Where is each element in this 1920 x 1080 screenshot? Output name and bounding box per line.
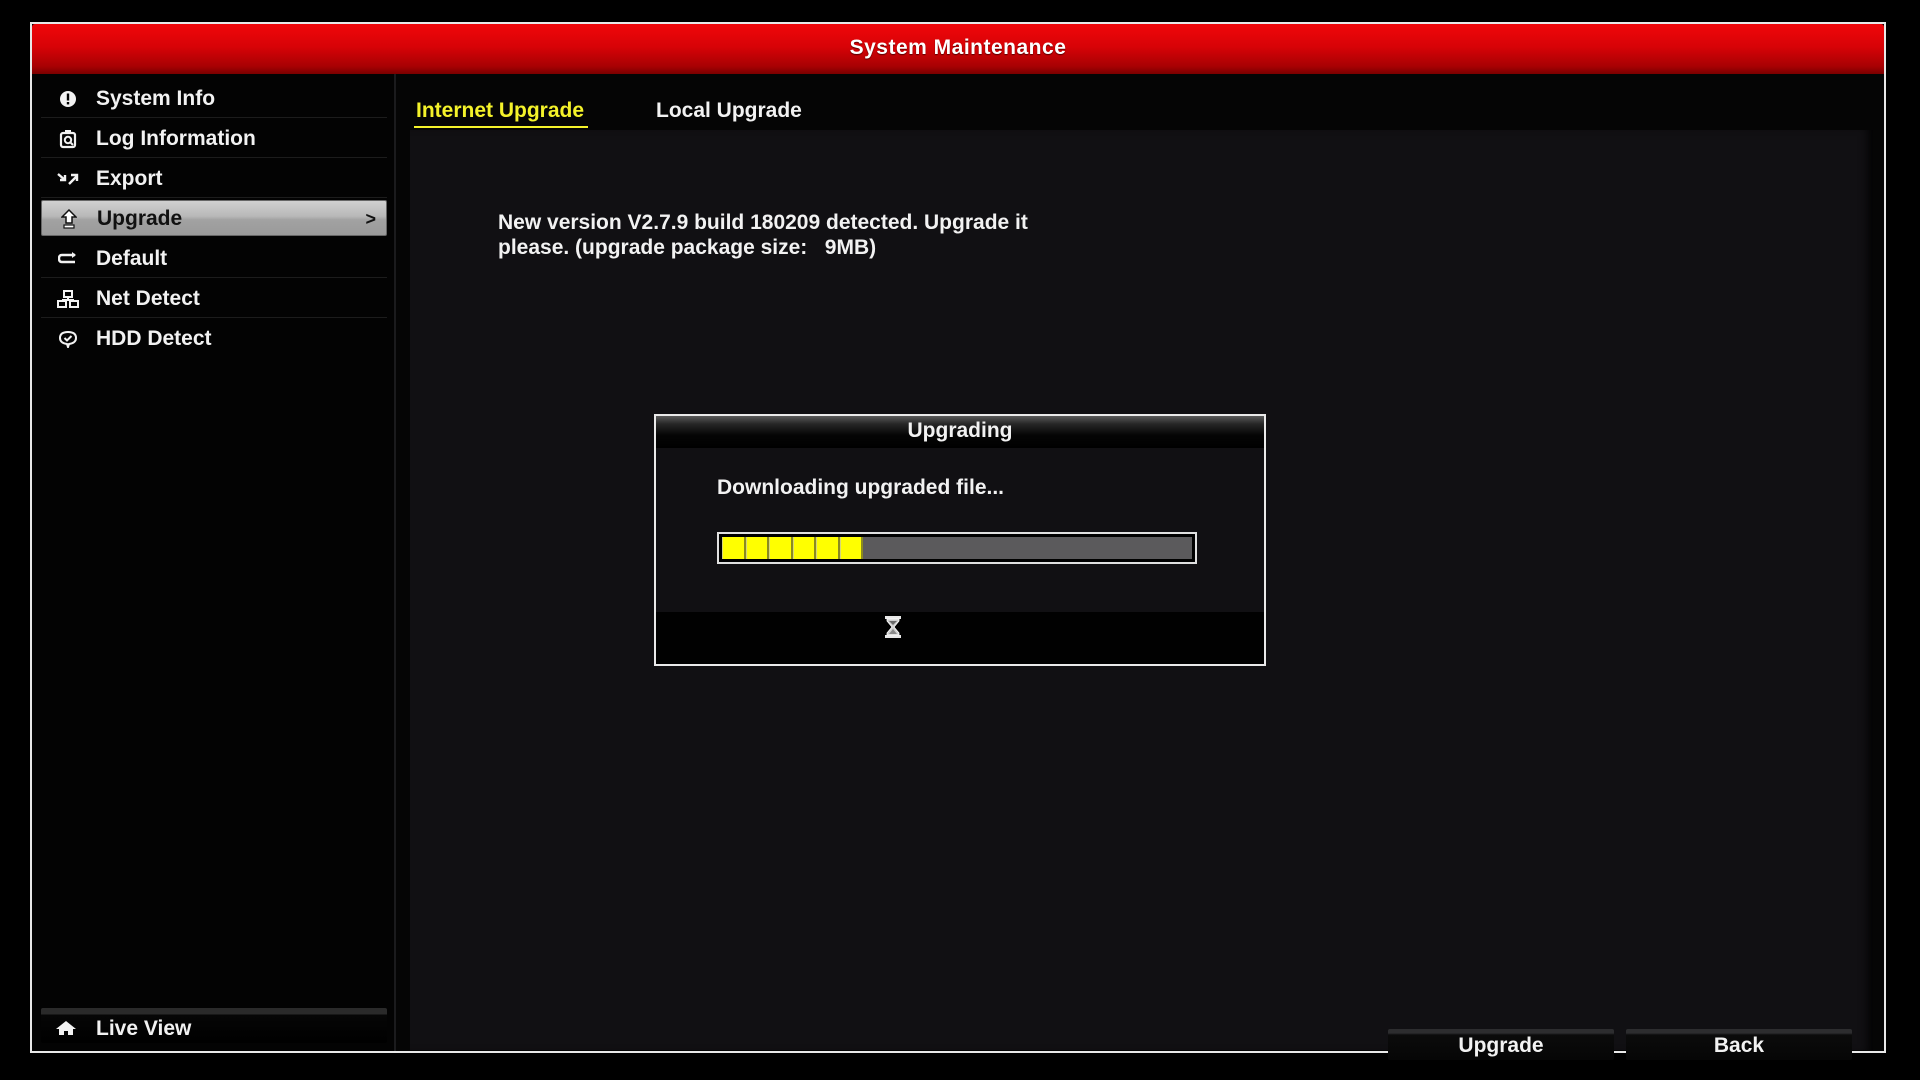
new-version-notice: New version V2.7.9 build 180209 detected…	[498, 210, 1198, 260]
progress-segment	[816, 537, 840, 559]
progress-segment	[745, 537, 769, 559]
notice-line-1: New version V2.7.9 build 180209 detected…	[498, 211, 1028, 234]
sidebar-item-system-info[interactable]: System Info	[41, 79, 387, 118]
hourglass-icon	[884, 615, 902, 644]
sidebar-item-log-information[interactable]: Log Information	[41, 119, 387, 158]
log-search-icon	[57, 129, 79, 149]
sidebar-item-hdd-detect[interactable]: HDD Detect	[41, 319, 387, 358]
sidebar-item-default[interactable]: Default	[41, 239, 387, 278]
tab-local-upgrade[interactable]: Local Upgrade	[656, 96, 802, 126]
dialog-footer	[656, 612, 1264, 664]
chevron-right-icon: >	[365, 209, 376, 229]
sidebar-item-label: Default	[96, 247, 168, 270]
sidebar-item-label: Net Detect	[96, 287, 200, 310]
sidebar: System Info Log Information Export Upgra…	[32, 74, 396, 1051]
upgrading-dialog: Upgrading Downloading upgraded file...	[654, 414, 1266, 666]
progress-segment	[769, 537, 793, 559]
network-icon	[57, 289, 79, 309]
export-arrows-icon	[57, 169, 79, 189]
hdd-check-icon	[57, 329, 79, 349]
progress-segment	[722, 537, 746, 559]
sidebar-item-label: System Info	[96, 87, 216, 110]
home-icon	[55, 1020, 77, 1041]
sidebar-item-label: Log Information	[96, 127, 256, 150]
title-bar: System Maintenance	[32, 24, 1884, 74]
progress-fill	[722, 537, 863, 559]
upgrade-button[interactable]: Upgrade	[1388, 1029, 1614, 1060]
window-title: System Maintenance	[849, 36, 1067, 59]
default-restore-icon	[57, 249, 79, 269]
sidebar-item-upgrade[interactable]: Upgrade >	[41, 200, 387, 236]
progress-segment	[839, 537, 863, 559]
sidebar-item-export[interactable]: Export	[41, 159, 387, 198]
sidebar-item-label: Upgrade	[97, 207, 183, 230]
progress-track	[722, 537, 1192, 559]
upgrade-arrow-icon	[58, 209, 80, 229]
dialog-message: Downloading upgraded file...	[717, 476, 1004, 499]
download-progress-bar	[717, 532, 1197, 564]
dialog-title: Upgrading	[656, 416, 1264, 448]
sidebar-item-net-detect[interactable]: Net Detect	[41, 279, 387, 318]
back-button[interactable]: Back	[1626, 1029, 1852, 1060]
notice-line-2: please. (upgrade package size: 9MB)	[498, 236, 877, 259]
progress-segment	[792, 537, 816, 559]
live-view-label: Live View	[96, 1017, 192, 1040]
info-circle-icon	[57, 89, 79, 109]
tab-internet-upgrade[interactable]: Internet Upgrade	[414, 96, 589, 128]
sidebar-item-label: Export	[96, 167, 163, 190]
sidebar-item-label: HDD Detect	[96, 327, 212, 350]
live-view-button[interactable]: Live View	[41, 1008, 387, 1043]
